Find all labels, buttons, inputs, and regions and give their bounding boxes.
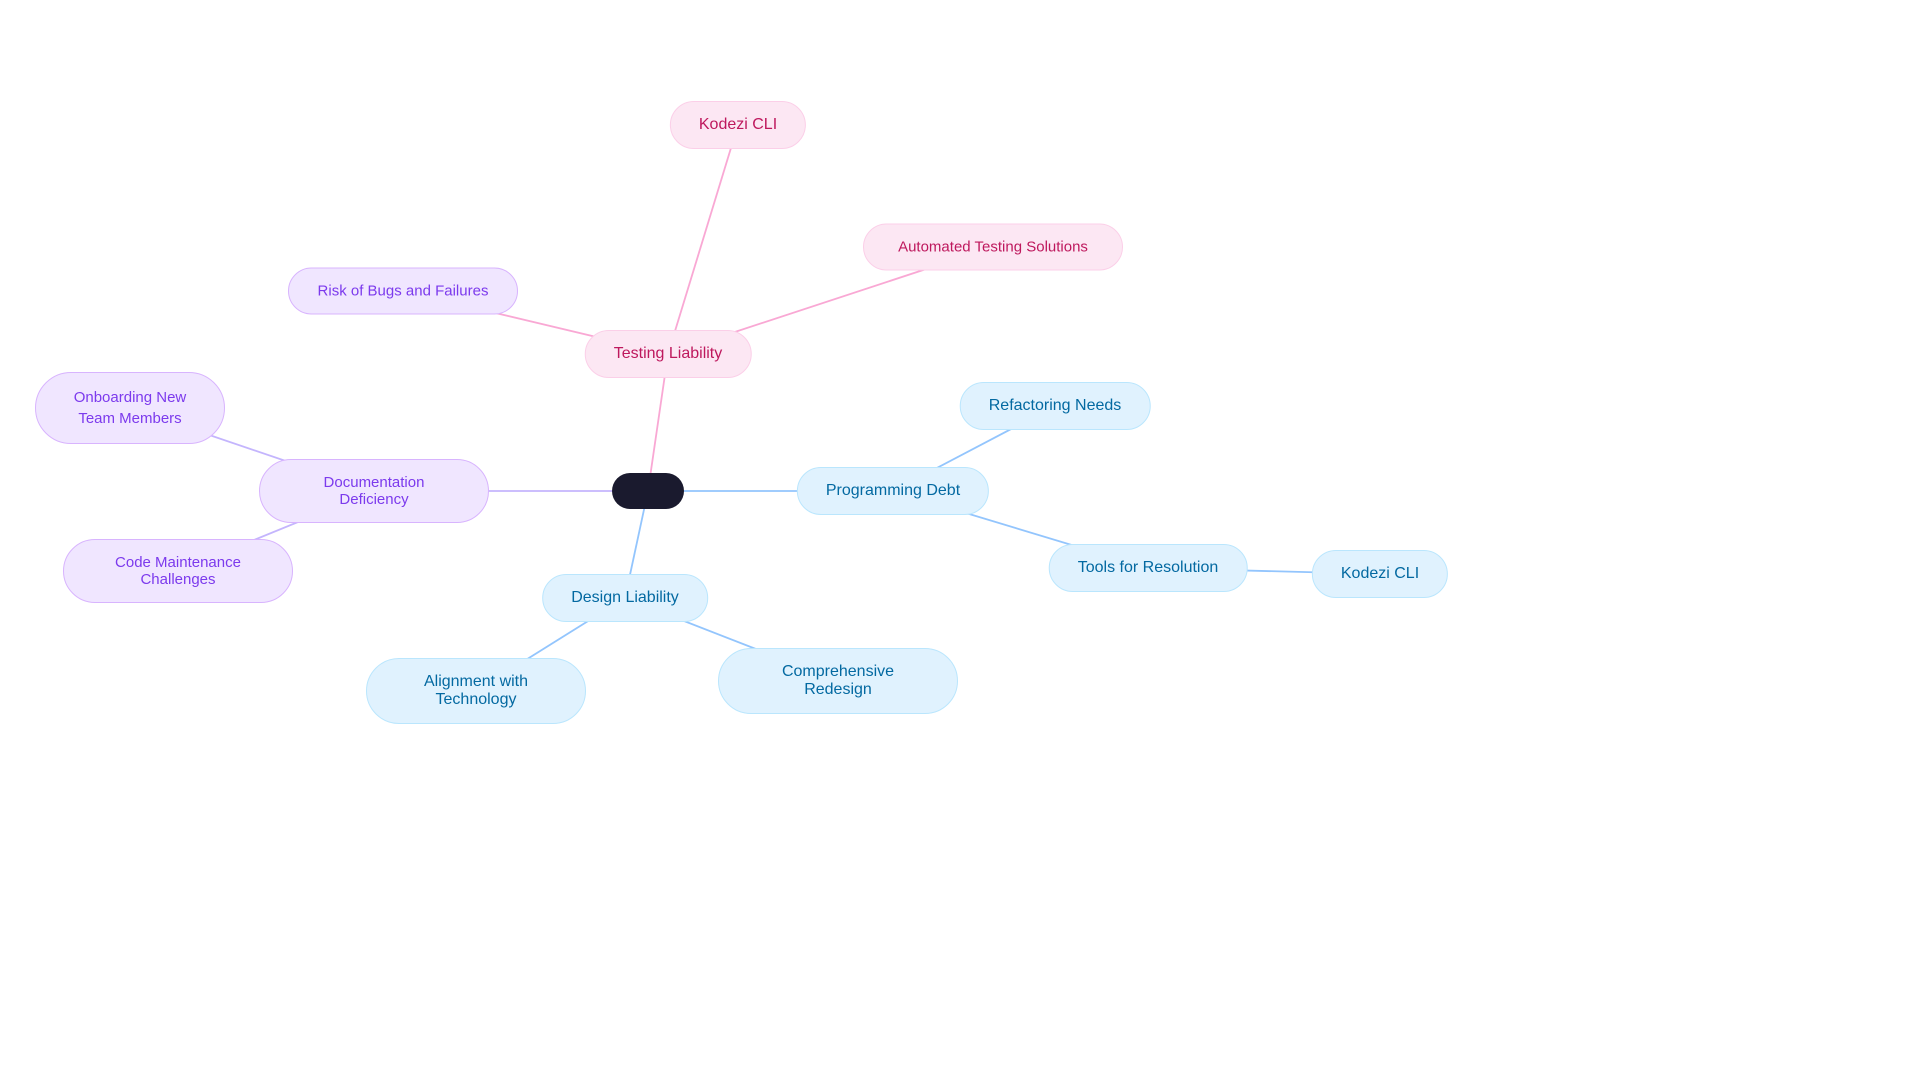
- kodezi-cli-top-node[interactable]: Kodezi CLI: [670, 101, 806, 149]
- onboarding-node[interactable]: Onboarding New Team Members: [35, 372, 225, 444]
- documentation-deficiency-node[interactable]: Documentation Deficiency: [259, 459, 489, 523]
- testing-liability-node[interactable]: Testing Liability: [585, 330, 752, 378]
- alignment-technology-node[interactable]: Alignment with Technology: [366, 658, 586, 724]
- risk-bugs-node[interactable]: Risk of Bugs and Failures: [288, 268, 518, 315]
- center-node[interactable]: [612, 473, 684, 509]
- automated-testing-node[interactable]: Automated Testing Solutions: [863, 224, 1123, 271]
- tools-resolution-node[interactable]: Tools for Resolution: [1049, 544, 1248, 592]
- refactoring-needs-node[interactable]: Refactoring Needs: [960, 382, 1151, 430]
- code-maintenance-node[interactable]: Code Maintenance Challenges: [63, 539, 293, 603]
- programming-debt-node[interactable]: Programming Debt: [797, 467, 989, 515]
- kodezi-cli-right-node[interactable]: Kodezi CLI: [1312, 550, 1448, 598]
- design-liability-node[interactable]: Design Liability: [542, 574, 708, 622]
- comprehensive-redesign-node[interactable]: Comprehensive Redesign: [718, 648, 958, 714]
